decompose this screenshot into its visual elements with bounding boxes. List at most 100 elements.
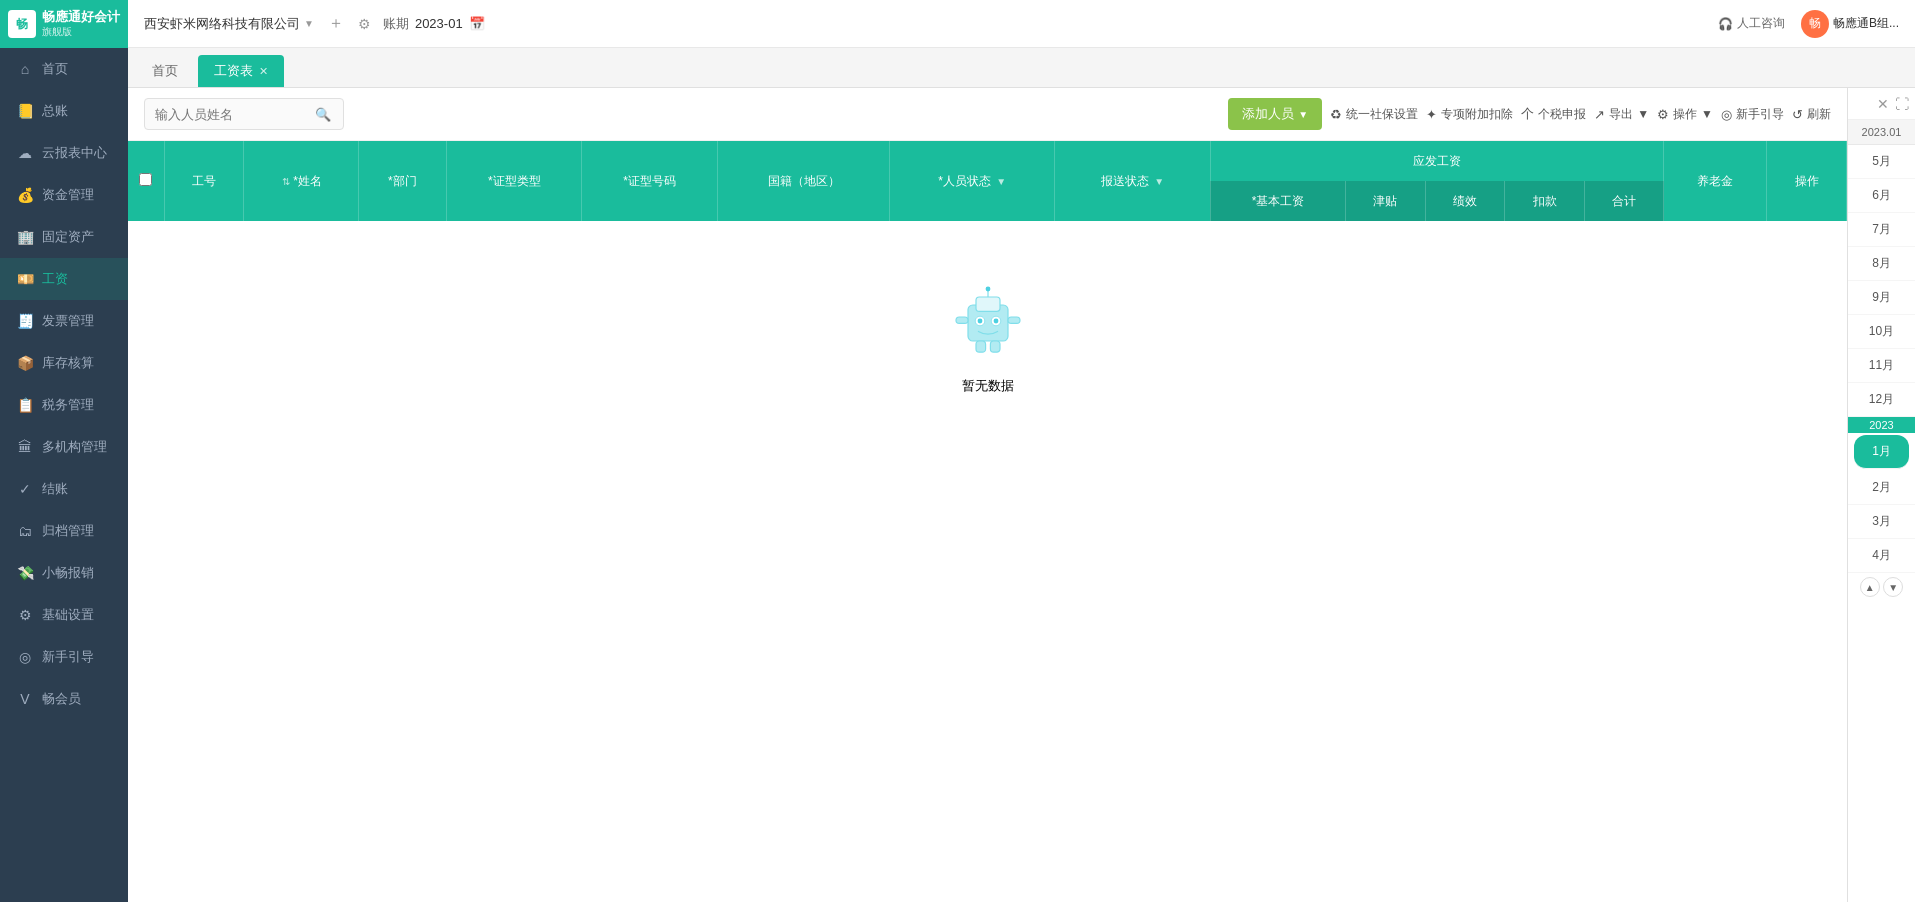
sidebar-label-vip: 畅会员 [42, 690, 81, 708]
social-security-action[interactable]: ♻ 统一社保设置 [1330, 106, 1418, 123]
sidebar: 畅 畅應通好会计 旗舰版 ⌂首页📒总账☁云报表中心💰资金管理🏢固定资产💴工资🧾发… [0, 0, 128, 902]
export-action[interactable]: ↗ 导出 ▼ [1594, 106, 1649, 123]
tab-close-icon[interactable]: ✕ [259, 65, 268, 78]
date-month-item[interactable]: 8月 [1848, 247, 1915, 281]
sidebar-label-tax: 税务管理 [42, 396, 94, 414]
date-panel-controls: ✕ ⛶ [1848, 88, 1915, 120]
period-value: 2023-01 [415, 16, 463, 31]
special-deduct-label: 专项附加扣除 [1441, 106, 1513, 123]
refresh-label: 刷新 [1807, 106, 1831, 123]
status-filter-icon[interactable]: ▼ [996, 176, 1006, 187]
sidebar-item-vip[interactable]: V畅会员 [0, 678, 128, 720]
sidebar-icon-home: ⌂ [16, 61, 34, 77]
content-area: 🔍 添加人员 ▼ ♻ 统一社保设置 ✦ 专项附加扣除 [128, 88, 1915, 902]
tab-home[interactable]: 首页 [136, 55, 194, 87]
date-month-item[interactable]: 3月 [1848, 505, 1915, 539]
sidebar-item-report[interactable]: ☁云报表中心 [0, 132, 128, 174]
username: 畅應通B组... [1833, 15, 1899, 32]
logo-icon: 畅 [8, 10, 36, 38]
sidebar-item-multi[interactable]: 🏛多机构管理 [0, 426, 128, 468]
th-idno: *证型号码 [582, 141, 717, 221]
operations-action[interactable]: ⚙ 操作 ▼ [1657, 106, 1713, 123]
th-checkbox[interactable] [128, 141, 164, 221]
panel-expand-icon[interactable]: ⛶ [1895, 96, 1909, 112]
svg-point-5 [993, 319, 998, 324]
sidebar-item-assets[interactable]: 🏢固定资产 [0, 216, 128, 258]
sidebar-item-ledger[interactable]: 📒总账 [0, 90, 128, 132]
support-label: 人工咨询 [1737, 15, 1785, 32]
sidebar-item-guide[interactable]: ◎新手引导 [0, 636, 128, 678]
company-name: 西安虾米网络科技有限公司 [144, 15, 300, 33]
th-base-salary: *基本工资 [1210, 181, 1345, 221]
sidebar-label-guide: 新手引导 [42, 648, 94, 666]
export-caret-icon: ▼ [1637, 107, 1649, 121]
date-nav-up-icon[interactable]: ▲ [1860, 577, 1880, 597]
toolbar-actions: 添加人员 ▼ ♻ 统一社保设置 ✦ 专项附加扣除 个 个税申报 [1228, 98, 1831, 130]
guide-action[interactable]: ◎ 新手引导 [1721, 106, 1784, 123]
chevron-down-icon: ▼ [304, 18, 314, 29]
tab-home-label: 首页 [152, 62, 178, 80]
sidebar-label-ledger: 总账 [42, 102, 68, 120]
date-month-item[interactable]: 10月 [1848, 315, 1915, 349]
date-nav-down-icon[interactable]: ▼ [1883, 577, 1903, 597]
date-month-item[interactable]: 7月 [1848, 213, 1915, 247]
date-month-item[interactable]: 1月 [1854, 435, 1909, 469]
export-label: 导出 [1609, 106, 1633, 123]
sidebar-item-invoice[interactable]: 🧾发票管理 [0, 300, 128, 342]
sidebar-item-inventory[interactable]: 📦库存核算 [0, 342, 128, 384]
operations-caret-icon: ▼ [1701, 107, 1713, 121]
company-selector[interactable]: 西安虾米网络科技有限公司 ▼ [144, 15, 314, 33]
settings-icon[interactable]: ⚙ [358, 16, 371, 32]
select-all-checkbox[interactable] [139, 173, 152, 186]
th-pension: 养老金 [1664, 141, 1767, 221]
sidebar-icon-funds: 💰 [16, 187, 34, 203]
refresh-action[interactable]: ↺ 刷新 [1792, 106, 1831, 123]
sidebar-item-archive[interactable]: 🗂归档管理 [0, 510, 128, 552]
sidebar-label-inventory: 库存核算 [42, 354, 94, 372]
report-filter-icon[interactable]: ▼ [1154, 176, 1164, 187]
date-month-item[interactable]: 5月 [1848, 145, 1915, 179]
sidebar-icon-archive: 🗂 [16, 523, 34, 539]
add-company-button[interactable]: ＋ [326, 14, 346, 34]
tab-salary-label: 工资表 [214, 62, 253, 80]
sidebar-label-assets: 固定资产 [42, 228, 94, 246]
sidebar-item-tax[interactable]: 📋税务管理 [0, 384, 128, 426]
date-month-item[interactable]: 12月 [1848, 383, 1915, 417]
add-person-button[interactable]: 添加人员 ▼ [1228, 98, 1322, 130]
th-report-status: 报送状态 ▼ [1055, 141, 1211, 221]
sidebar-item-salary[interactable]: 💴工资 [0, 258, 128, 300]
sidebar-label-closing: 结账 [42, 480, 68, 498]
period-label: 账期 [383, 15, 409, 33]
special-deduct-action[interactable]: ✦ 专项附加扣除 [1426, 106, 1513, 123]
sidebar-item-home[interactable]: ⌂ 首页 [0, 48, 128, 90]
date-scroll[interactable]: 5月6月7月8月9月10月11月12月2023 1月2月3月4月 ▲ ▼ [1848, 145, 1915, 902]
sidebar-item-expense[interactable]: 💸小畅报销 [0, 552, 128, 594]
sidebar-label-invoice: 发票管理 [42, 312, 94, 330]
date-panel: ✕ ⛶ 2023.01 5月6月7月8月9月10月11月12月20231月2月3… [1847, 88, 1915, 902]
support-button[interactable]: 🎧 人工咨询 [1718, 15, 1785, 32]
date-month-item[interactable]: 4月 [1848, 539, 1915, 573]
tab-salary-table[interactable]: 工资表 ✕ [198, 55, 284, 87]
calendar-icon[interactable]: 📅 [469, 16, 485, 31]
date-month-item[interactable]: 9月 [1848, 281, 1915, 315]
th-deduction: 扣款 [1505, 181, 1585, 221]
search-wrapper: 🔍 [144, 98, 344, 130]
svg-rect-1 [976, 297, 1000, 311]
sidebar-item-settings[interactable]: ⚙基础设置 [0, 594, 128, 636]
date-nav-controls: ▲ ▼ [1848, 573, 1915, 601]
search-input[interactable] [155, 107, 315, 122]
sidebar-item-closing[interactable]: ✓结账 [0, 468, 128, 510]
user-menu[interactable]: 畅 畅應通B组... [1801, 10, 1899, 38]
date-year-badge[interactable]: 2023 [1848, 417, 1915, 433]
date-month-item[interactable]: 6月 [1848, 179, 1915, 213]
personal-tax-action[interactable]: 个 个税申报 [1521, 105, 1586, 123]
date-month-item[interactable]: 11月 [1848, 349, 1915, 383]
period-selector: 账期 2023-01 📅 [383, 15, 485, 33]
empty-illustration [948, 281, 1028, 361]
sidebar-item-funds[interactable]: 💰资金管理 [0, 174, 128, 216]
sidebar-label-home: 首页 [42, 60, 68, 78]
panel-close-icon[interactable]: ✕ [1877, 96, 1889, 112]
svg-rect-9 [1008, 317, 1020, 323]
date-month-item[interactable]: 2月 [1848, 471, 1915, 505]
sidebar-label-salary: 工资 [42, 270, 68, 288]
